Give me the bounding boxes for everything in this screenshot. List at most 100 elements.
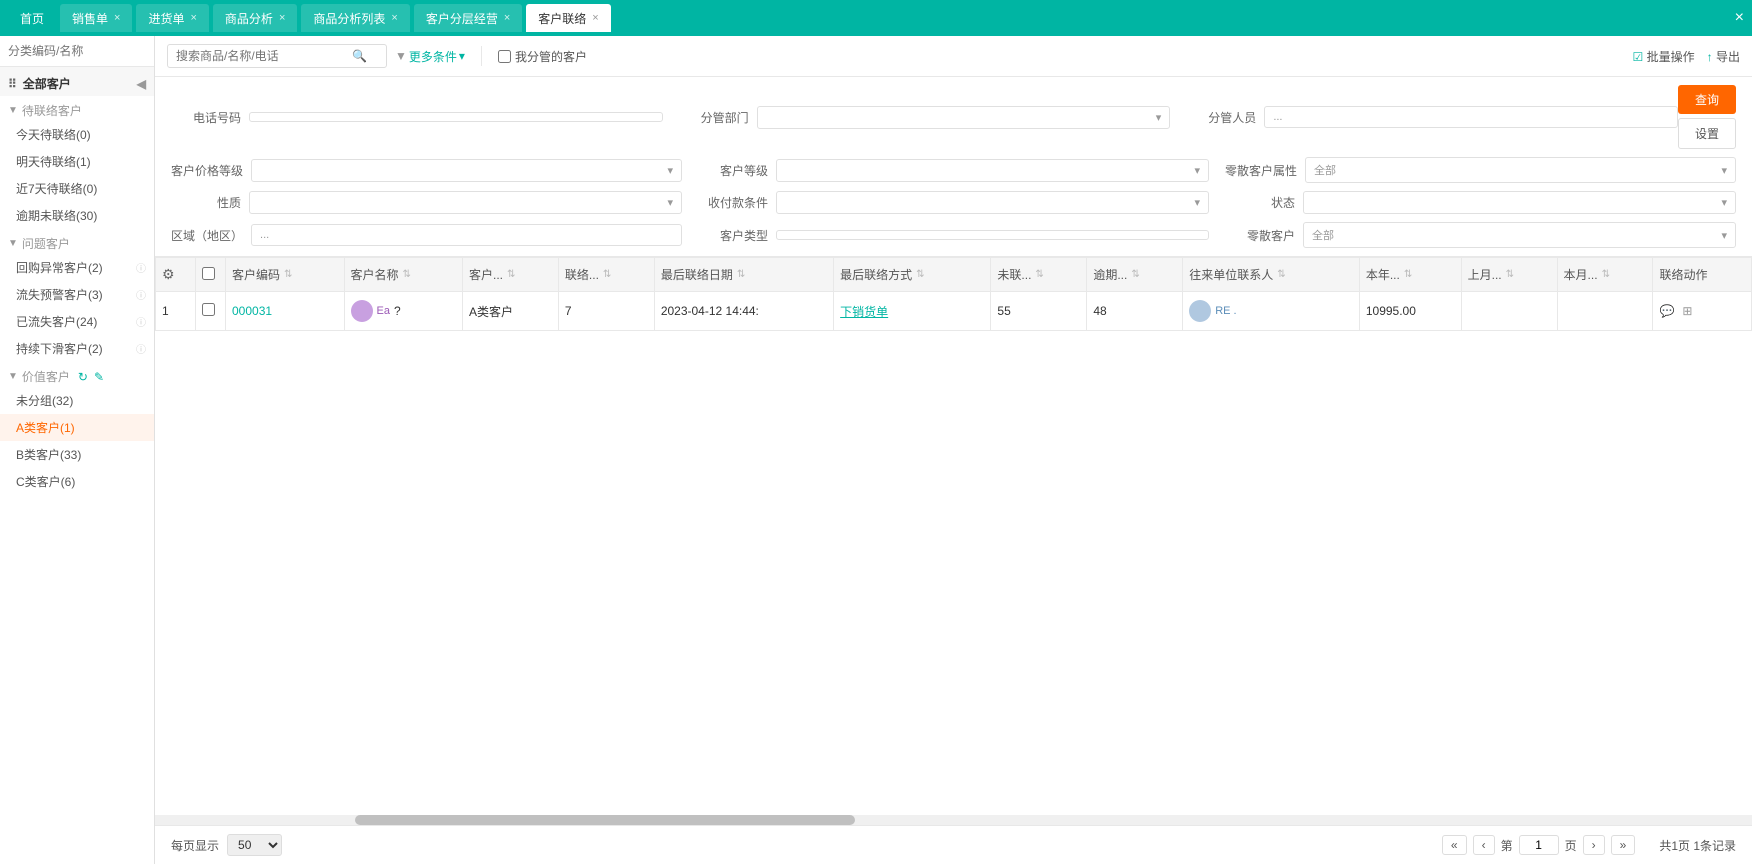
sidebar-item-class-a[interactable]: A类客户(1) [0,414,154,441]
my-customers-check[interactable] [498,50,511,63]
sidebar: 🔍 ⠿ 全部客户 ◀ ▼ 待联络客户 今天待联络(0) 明天待联络(1) 近7天… [0,36,155,864]
phone-input[interactable] [249,112,663,122]
last-page-button[interactable]: » [1611,835,1636,855]
all-customers-header[interactable]: ⠿ 全部客户 ◀ [0,67,154,96]
region-input[interactable]: ... [251,224,682,246]
nav-tab-customer-tier[interactable]: 客户分层经营 × [414,4,522,32]
nav-tab-home[interactable]: 首页 [8,4,56,32]
gear-button[interactable]: ⚙ [162,266,175,283]
retail-attr-input[interactable]: 全部▾ [1305,157,1736,183]
filter-customer-type: 客户类型 [698,227,1209,244]
sort-icon-overdue[interactable]: ⇅ [1131,269,1139,280]
last-method-link[interactable]: 下销货单 [840,305,888,319]
nav-tab-purchase[interactable]: 进货单 × [136,4,208,32]
sidebar-item-churn-warning[interactable]: 流失预警客户(3) ⓘ [0,281,154,308]
select-all-checkbox[interactable] [202,267,215,280]
bulk-ops-button[interactable]: ☑ 批量操作 [1633,48,1695,65]
cell-last-date: 2023-04-12 14:44: [654,292,833,331]
price-level-input[interactable]: ▾ [251,159,682,182]
chat-icon[interactable]: 💬 [1659,304,1674,318]
sidebar-item-today-contact[interactable]: 今天待联络(0) [0,121,154,148]
sidebar-item-class-b[interactable]: B类客户(33) [0,441,154,468]
manager-input[interactable]: ... [1264,106,1678,128]
sidebar-item-overdue-contact[interactable]: 逾期未联络(30) [0,202,154,229]
main-search-icon[interactable]: 🔍 [352,49,367,63]
th-name: 客户名称 ⇅ [344,258,463,292]
sidebar-item-7day-contact[interactable]: 近7天待联络(0) [0,175,154,202]
th-contact: 联络... ⇅ [558,258,654,292]
sidebar-item-churned[interactable]: 已流失客户(24) ⓘ [0,308,154,335]
sort-icon-last-month[interactable]: ⇅ [1506,269,1514,280]
retail-customer-input[interactable]: 全部▾ [1303,222,1736,248]
th-this-year: 本年... ⇅ [1359,258,1461,292]
edit-icon[interactable]: ✎ [94,370,104,384]
sort-icon-name[interactable]: ⇅ [403,269,411,280]
refresh-icon[interactable]: ↻ [78,370,88,384]
payment-input[interactable]: ▾ [776,191,1209,214]
sort-icon-type[interactable]: ⇅ [507,269,515,280]
cell-check [196,292,226,331]
sort-icon-this-year[interactable]: ⇅ [1404,269,1412,280]
h-scrollbar-thumb[interactable] [355,815,855,825]
filter-row-4: 区域（地区） ... 客户类型 零散客户 全部▾ [171,222,1736,248]
total-info: 共1页 1条记录 [1659,837,1736,854]
filter-dept: 分管部门 ▾ [679,106,1171,129]
table-scroll-container[interactable]: ⚙ 客户编码 ⇅ [155,257,1752,815]
my-customers-checkbox[interactable]: 我分管的客户 [498,48,587,65]
sort-icon-last-method[interactable]: ⇅ [916,269,924,280]
nature-input[interactable]: ▾ [249,191,682,214]
cell-name: Ea ? [344,292,463,331]
nav-tab-customer-contact[interactable]: 客户联络 × [526,4,610,32]
sort-icon-last-date[interactable]: ⇅ [737,269,745,280]
sort-icon-no-contact[interactable]: ⇅ [1035,269,1043,280]
next-page-button[interactable]: › [1583,835,1605,855]
sidebar-item-unclassified[interactable]: 未分组(32) [0,387,154,414]
filter-payment: 收付款条件 ▾ [698,191,1209,214]
nav-tab-analysis[interactable]: 商品分析 × [213,4,297,32]
close-analysis-tab[interactable]: × [279,12,285,24]
sidebar-item-tomorrow-contact[interactable]: 明天待联络(1) [0,148,154,175]
th-no-contact: 未联... ⇅ [991,258,1087,292]
settings-button[interactable]: 设置 [1678,118,1736,149]
nav-tab-sales[interactable]: 销售单 × [60,4,132,32]
grid-action-icon[interactable]: ⊞ [1682,304,1692,318]
export-button[interactable]: ↑ 导出 [1707,48,1740,65]
pending-contact-group: ▼ 待联络客户 [0,96,154,121]
main-search-input[interactable] [176,49,346,63]
cell-seq: 1 [156,292,196,331]
sidebar-item-declining[interactable]: 持续下滑客户(2) ⓘ [0,335,154,362]
first-page-button[interactable]: « [1442,835,1467,855]
prev-page-button[interactable]: ‹ [1473,835,1495,855]
collapse-icon[interactable]: ◀ [137,77,146,91]
close-purchase-tab[interactable]: × [190,12,196,24]
sidebar-item-abnormal-repurchase[interactable]: 回购异常客户(2) ⓘ [0,254,154,281]
th-this-month: 本月... ⇅ [1557,258,1653,292]
arrow-icon-3: ▼ [8,371,18,382]
sort-icon-this-month[interactable]: ⇅ [1602,269,1610,280]
cell-code[interactable]: 000031 [226,292,345,331]
close-sales-tab[interactable]: × [114,12,120,24]
more-conditions-button[interactable]: ▼ 更多条件 ▾ [395,48,465,65]
cell-no-contact: 55 [991,292,1087,331]
close-customer-tier-tab[interactable]: × [504,12,510,24]
close-customer-contact-tab[interactable]: × [592,12,598,24]
sidebar-search-input[interactable] [8,44,155,58]
page-input[interactable] [1519,835,1559,855]
close-all-button[interactable]: × [1735,9,1744,27]
filter-phone: 电话号码 [171,109,663,126]
dept-input[interactable]: ▾ [757,106,1171,129]
data-table: ⚙ 客户编码 ⇅ [155,257,1752,331]
close-analysis-list-tab[interactable]: × [391,12,397,24]
sort-icon-code[interactable]: ⇅ [284,269,292,280]
sort-icon-unit-contact[interactable]: ⇅ [1277,269,1285,280]
nav-tab-analysis-list[interactable]: 商品分析列表 × [301,4,409,32]
sort-icon-contact[interactable]: ⇅ [603,269,611,280]
row-checkbox[interactable] [202,303,215,316]
customer-level-input[interactable]: ▾ [776,159,1209,182]
page-size-select[interactable]: 50 100 200 [227,834,282,856]
query-button[interactable]: 查询 [1678,85,1736,114]
action-buttons: 查询 设置 [1678,85,1736,149]
status-input[interactable]: ▾ [1303,191,1736,214]
sidebar-item-class-c[interactable]: C类客户(6) [0,468,154,495]
customer-type-input[interactable] [776,230,1209,240]
